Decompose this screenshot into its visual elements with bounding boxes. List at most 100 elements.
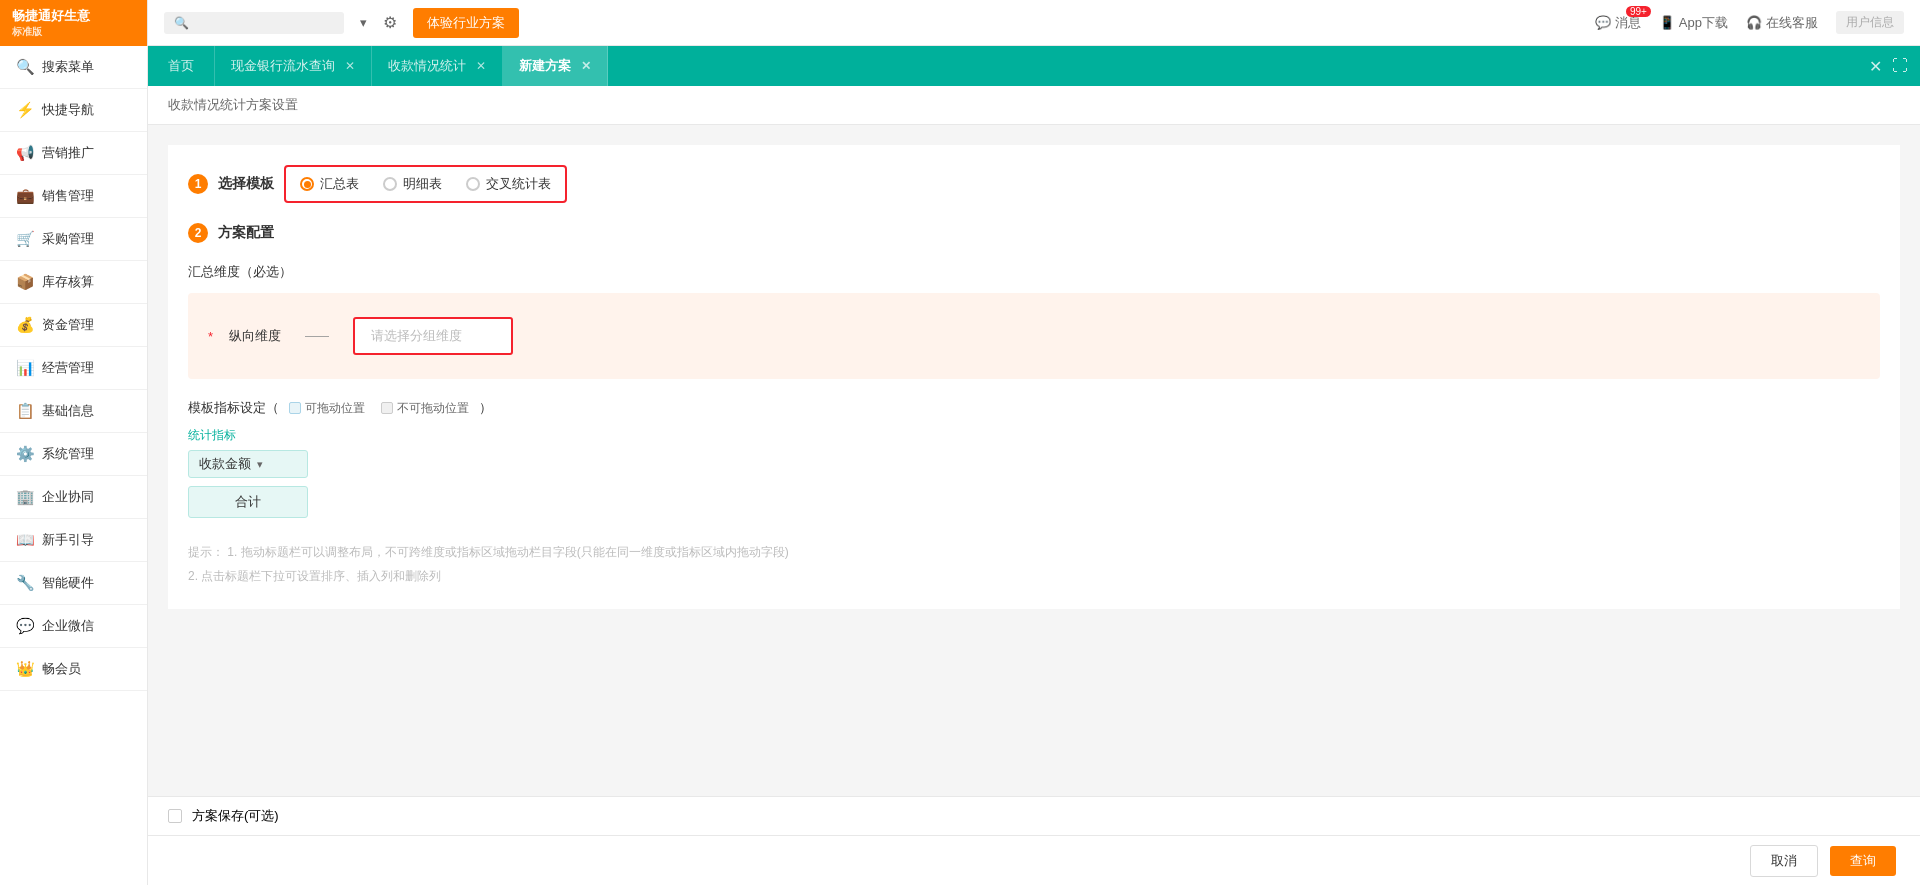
tab-new-plan-close[interactable]: ✕ xyxy=(581,59,591,73)
radio-huizong-circle xyxy=(300,177,314,191)
app-logo: 畅捷通好生意 标准版 xyxy=(0,0,147,46)
sidebar-item-label: 畅会员 xyxy=(42,660,81,678)
message-badge[interactable]: 💬 消息 99+ xyxy=(1595,14,1641,32)
tab-receipts-label: 收款情况统计 xyxy=(388,57,466,75)
page-body: 1 选择模板 汇总表 明细表 交叉统计表 xyxy=(148,125,1920,796)
marketing-icon: 📢 xyxy=(16,144,34,162)
legend-not-draggable-label: 不可拖动位置 xyxy=(397,400,469,417)
required-mark: * xyxy=(208,329,213,344)
radio-mingxi-label: 明细表 xyxy=(403,175,442,193)
topbar-dropdown[interactable]: ▾ xyxy=(360,15,367,30)
sidebar-item-label: 采购管理 xyxy=(42,230,94,248)
sidebar-item-inventory[interactable]: 📦 库存核算 xyxy=(0,261,147,304)
main-section: 1 选择模板 汇总表 明细表 交叉统计表 xyxy=(168,145,1900,609)
step1-num: 1 xyxy=(188,174,208,194)
sidebar-item-quicknav[interactable]: ⚡ 快捷导航 xyxy=(0,89,147,132)
sidebar-item-label: 库存核算 xyxy=(42,273,94,291)
sidebar-item-sales[interactable]: 💼 销售管理 xyxy=(0,175,147,218)
sidebar-item-label: 新手引导 xyxy=(42,531,94,549)
app-name: 畅捷通好生意 xyxy=(12,7,90,25)
stats-label: 统计指标 xyxy=(188,427,1880,444)
stats-area: 统计指标 收款金额 ▾ 合计 xyxy=(188,427,1880,518)
basic-info-icon: 📋 xyxy=(16,402,34,420)
sidebar-item-label: 资金管理 xyxy=(42,316,94,334)
save-checkbox[interactable] xyxy=(168,809,182,823)
tab-receipts[interactable]: 收款情况统计 ✕ xyxy=(372,46,503,86)
hardware-icon: 🔧 xyxy=(16,574,34,592)
step2-row: 2 方案配置 xyxy=(188,223,1880,243)
gear-icon[interactable]: ⚙ xyxy=(383,13,397,32)
trial-button[interactable]: 体验行业方案 xyxy=(413,8,519,38)
stats-tag-amount-label: 收款金额 xyxy=(199,455,251,473)
dim-select-box[interactable]: 请选择分组维度 xyxy=(353,317,513,355)
sidebar-item-label: 系统管理 xyxy=(42,445,94,463)
content-area: 收款情况统计方案设置 1 选择模板 汇总表 明细表 xyxy=(148,86,1920,835)
chat-icon: 🎧 xyxy=(1746,15,1762,30)
dimension-area: * 纵向维度 —— 请选择分组维度 xyxy=(188,293,1880,379)
maximize-icon[interactable]: ⛶ xyxy=(1892,57,1908,75)
sidebar-item-hardware[interactable]: 🔧 智能硬件 xyxy=(0,562,147,605)
sidebar-item-wechat[interactable]: 💬 企业微信 xyxy=(0,605,147,648)
guide-icon: 📖 xyxy=(16,531,34,549)
sidebar-item-system[interactable]: ⚙️ 系统管理 xyxy=(0,433,147,476)
tips-section: 提示： 1. 拖动标题栏可以调整布局，不可跨维度或指标区域拖动栏目字段(只能在同… xyxy=(188,542,1880,587)
sidebar-item-label: 基础信息 xyxy=(42,402,94,420)
download-link[interactable]: 📱 App下载 xyxy=(1659,14,1728,32)
sidebar-item-marketing[interactable]: 📢 营销推广 xyxy=(0,132,147,175)
tabbar: 首页 现金银行流水查询 ✕ 收款情况统计 ✕ 新建方案 ✕ ✕ ⛶ xyxy=(148,46,1920,86)
legend-draggable-label: 可拖动位置 xyxy=(305,400,365,417)
sidebar-item-label: 企业协同 xyxy=(42,488,94,506)
page-breadcrumb: 收款情况统计方案设置 xyxy=(168,97,298,112)
stats-tag-amount[interactable]: 收款金额 ▾ xyxy=(188,450,308,478)
tip-2: 2. 点击标题栏下拉可设置排序、插入列和删除列 xyxy=(188,566,1880,588)
sidebar-item-search[interactable]: 🔍 搜索菜单 xyxy=(0,46,147,89)
sidebar-item-finance[interactable]: 💰 资金管理 xyxy=(0,304,147,347)
radio-huizong[interactable]: 汇总表 xyxy=(300,175,359,193)
wechat-icon: 💬 xyxy=(16,617,34,635)
user-info[interactable]: 用户信息 xyxy=(1836,11,1904,34)
legend-not-draggable: 不可拖动位置 xyxy=(381,400,469,417)
legend-draggable: 可拖动位置 xyxy=(289,400,365,417)
step2-num: 2 xyxy=(188,223,208,243)
cancel-button[interactable]: 取消 xyxy=(1750,845,1818,877)
tab-cashflow[interactable]: 现金银行流水查询 ✕ xyxy=(215,46,372,86)
step2-label: 方案配置 xyxy=(218,224,274,242)
purchase-icon: 🛒 xyxy=(16,230,34,248)
chat-link[interactable]: 🎧 在线客服 xyxy=(1746,14,1818,32)
dim-arrow: —— xyxy=(305,329,329,343)
query-button[interactable]: 查询 xyxy=(1830,846,1896,876)
stats-tag-chevron: ▾ xyxy=(257,458,263,471)
sidebar-item-purchase[interactable]: 🛒 采购管理 xyxy=(0,218,147,261)
tab-home[interactable]: 首页 xyxy=(148,46,215,86)
tab-receipts-close[interactable]: ✕ xyxy=(476,59,486,73)
sidebar-item-guide[interactable]: 📖 新手引导 xyxy=(0,519,147,562)
radio-mingxi[interactable]: 明细表 xyxy=(383,175,442,193)
tab-new-plan[interactable]: 新建方案 ✕ xyxy=(503,46,608,86)
step1-row: 1 选择模板 汇总表 明细表 交叉统计表 xyxy=(188,165,1880,203)
radio-huizong-label: 汇总表 xyxy=(320,175,359,193)
sidebar: 畅捷通好生意 标准版 🔍 搜索菜单 ⚡ 快捷导航 📢 营销推广 💼 销售管理 🛒… xyxy=(0,0,148,885)
sidebar-item-label: 销售管理 xyxy=(42,187,94,205)
sidebar-item-member[interactable]: 👑 畅会员 xyxy=(0,648,147,691)
sidebar-item-label: 快捷导航 xyxy=(42,101,94,119)
draggable-dot xyxy=(289,402,301,414)
sidebar-item-label: 营销推广 xyxy=(42,144,94,162)
plan-section: 汇总维度（必选） * 纵向维度 —— 请选择分组维度 模板指标设定（ xyxy=(188,263,1880,587)
tab-home-label: 首页 xyxy=(168,57,194,75)
indicator-legend: 可拖动位置 不可拖动位置 xyxy=(289,400,469,417)
message-icon: 💬 xyxy=(1595,15,1611,30)
close-window-icon[interactable]: ✕ xyxy=(1869,57,1882,76)
search-box[interactable]: 🔍 xyxy=(164,12,344,34)
tab-cashflow-close[interactable]: ✕ xyxy=(345,59,355,73)
tab-cashflow-label: 现金银行流水查询 xyxy=(231,57,335,75)
bottom-bar: 方案保存(可选) xyxy=(148,796,1920,835)
member-icon: 👑 xyxy=(16,660,34,678)
sidebar-item-basic-info[interactable]: 📋 基础信息 xyxy=(0,390,147,433)
radio-jiaocha-circle xyxy=(466,177,480,191)
sidebar-item-enterprise[interactable]: 🏢 企业协同 xyxy=(0,476,147,519)
sidebar-item-management[interactable]: 📊 经营管理 xyxy=(0,347,147,390)
footer-actions: 取消 查询 xyxy=(148,835,1920,885)
topbar-right: 💬 消息 99+ 📱 App下载 🎧 在线客服 用户信息 xyxy=(1595,11,1904,34)
radio-jiaocha[interactable]: 交叉统计表 xyxy=(466,175,551,193)
badge-count: 99+ xyxy=(1626,6,1651,17)
